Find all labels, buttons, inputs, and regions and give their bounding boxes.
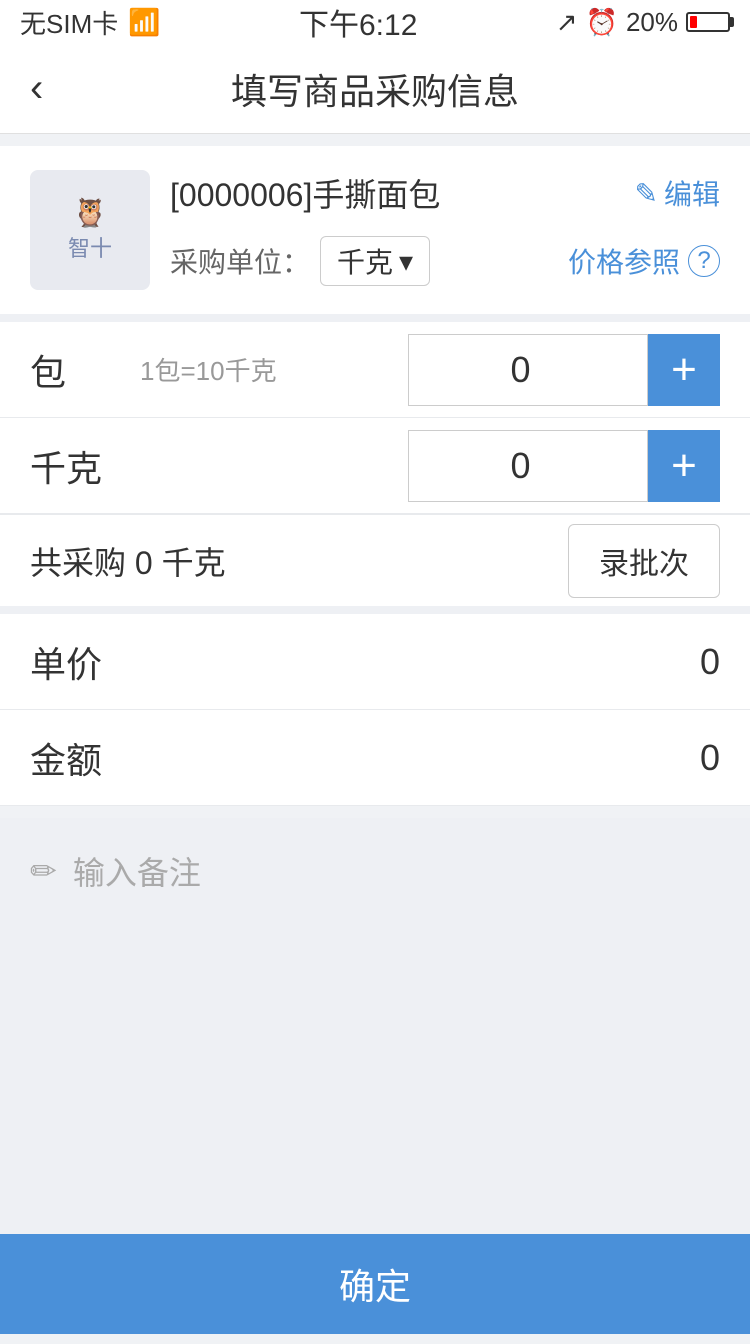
page-title: 填写商品采购信息 — [231, 63, 519, 115]
battery-fill — [690, 16, 697, 28]
bag-sublabel: 1包=10千克 — [140, 351, 277, 388]
product-card: 🦉智十 [0000006]手撕面包 ✎ 编辑 采购单位： 千克 ▾ 价格参照 — [0, 146, 750, 322]
bag-input[interactable] — [408, 334, 648, 406]
status-right: ↗ ⏰ 20% — [556, 7, 730, 38]
unit-price-value: 0 — [700, 641, 720, 683]
alarm-icon: ⏰ — [586, 7, 618, 38]
amount-value: 0 — [700, 737, 720, 779]
kg-input-right: + — [408, 430, 720, 502]
help-icon: ? — [688, 245, 720, 277]
input-section: 包 1包=10千克 + 千克 + — [0, 322, 750, 514]
edit-button[interactable]: ✎ 编辑 — [635, 173, 720, 213]
summary-text: 共采购 0 千克 — [30, 538, 226, 584]
kg-input[interactable] — [408, 430, 648, 502]
note-placeholder: 输入备注 — [73, 848, 201, 894]
product-name: [0000006]手撕面包 — [170, 170, 440, 216]
battery-indicator — [686, 12, 730, 32]
nav-bar: ‹ 填写商品采购信息 — [0, 44, 750, 134]
bag-input-right: + — [408, 334, 720, 406]
unit-row: 采购单位： 千克 ▾ 价格参照 ? — [170, 236, 720, 286]
unit-price-label: 单价 — [30, 636, 102, 688]
product-info: [0000006]手撕面包 ✎ 编辑 采购单位： 千克 ▾ 价格参照 ? — [170, 170, 720, 286]
confirm-bar[interactable]: 确定 — [0, 1234, 750, 1334]
note-section[interactable]: ✏ 输入备注 — [0, 818, 750, 924]
product-name-row: [0000006]手撕面包 ✎ 编辑 — [170, 170, 720, 216]
content-area — [0, 924, 750, 1244]
battery-percent: 20% — [626, 7, 678, 38]
dropdown-icon: ▾ — [399, 245, 413, 278]
amount-label: 金额 — [30, 732, 102, 784]
bag-label: 包 — [30, 344, 130, 396]
summary-row: 共采购 0 千克 录批次 — [0, 514, 750, 614]
status-time: 下午6:12 — [299, 0, 417, 44]
kg-plus-button[interactable]: + — [648, 430, 720, 502]
confirm-text: 确定 — [339, 1258, 411, 1310]
back-button[interactable]: ‹ — [30, 66, 43, 111]
pencil-icon: ✏ — [30, 852, 57, 890]
bag-input-row: 包 1包=10千克 + — [0, 322, 750, 418]
kg-input-row: 千克 + — [0, 418, 750, 514]
wifi-icon: 📶 — [128, 7, 160, 38]
status-bar: 无SIM卡 📶 下午6:12 ↗ ⏰ 20% — [0, 0, 750, 44]
price-section: 单价 0 金额 0 — [0, 614, 750, 806]
edit-icon: ✎ — [635, 177, 658, 210]
batch-button[interactable]: 录批次 — [568, 524, 720, 598]
unit-price-row: 单价 0 — [0, 614, 750, 710]
location-icon: ↗ — [556, 7, 578, 38]
status-left: 无SIM卡 📶 — [20, 4, 161, 41]
unit-label: 采购单位： 千克 ▾ — [170, 236, 430, 286]
carrier-text: 无SIM卡 — [20, 4, 118, 41]
bag-plus-button[interactable]: + — [648, 334, 720, 406]
kg-label: 千克 — [30, 440, 130, 492]
product-image: 🦉智十 — [30, 170, 150, 290]
price-ref-button[interactable]: 价格参照 ? — [568, 241, 720, 281]
product-logo: 🦉智十 — [68, 196, 112, 263]
unit-select[interactable]: 千克 ▾ — [320, 236, 430, 286]
amount-row: 金额 0 — [0, 710, 750, 806]
